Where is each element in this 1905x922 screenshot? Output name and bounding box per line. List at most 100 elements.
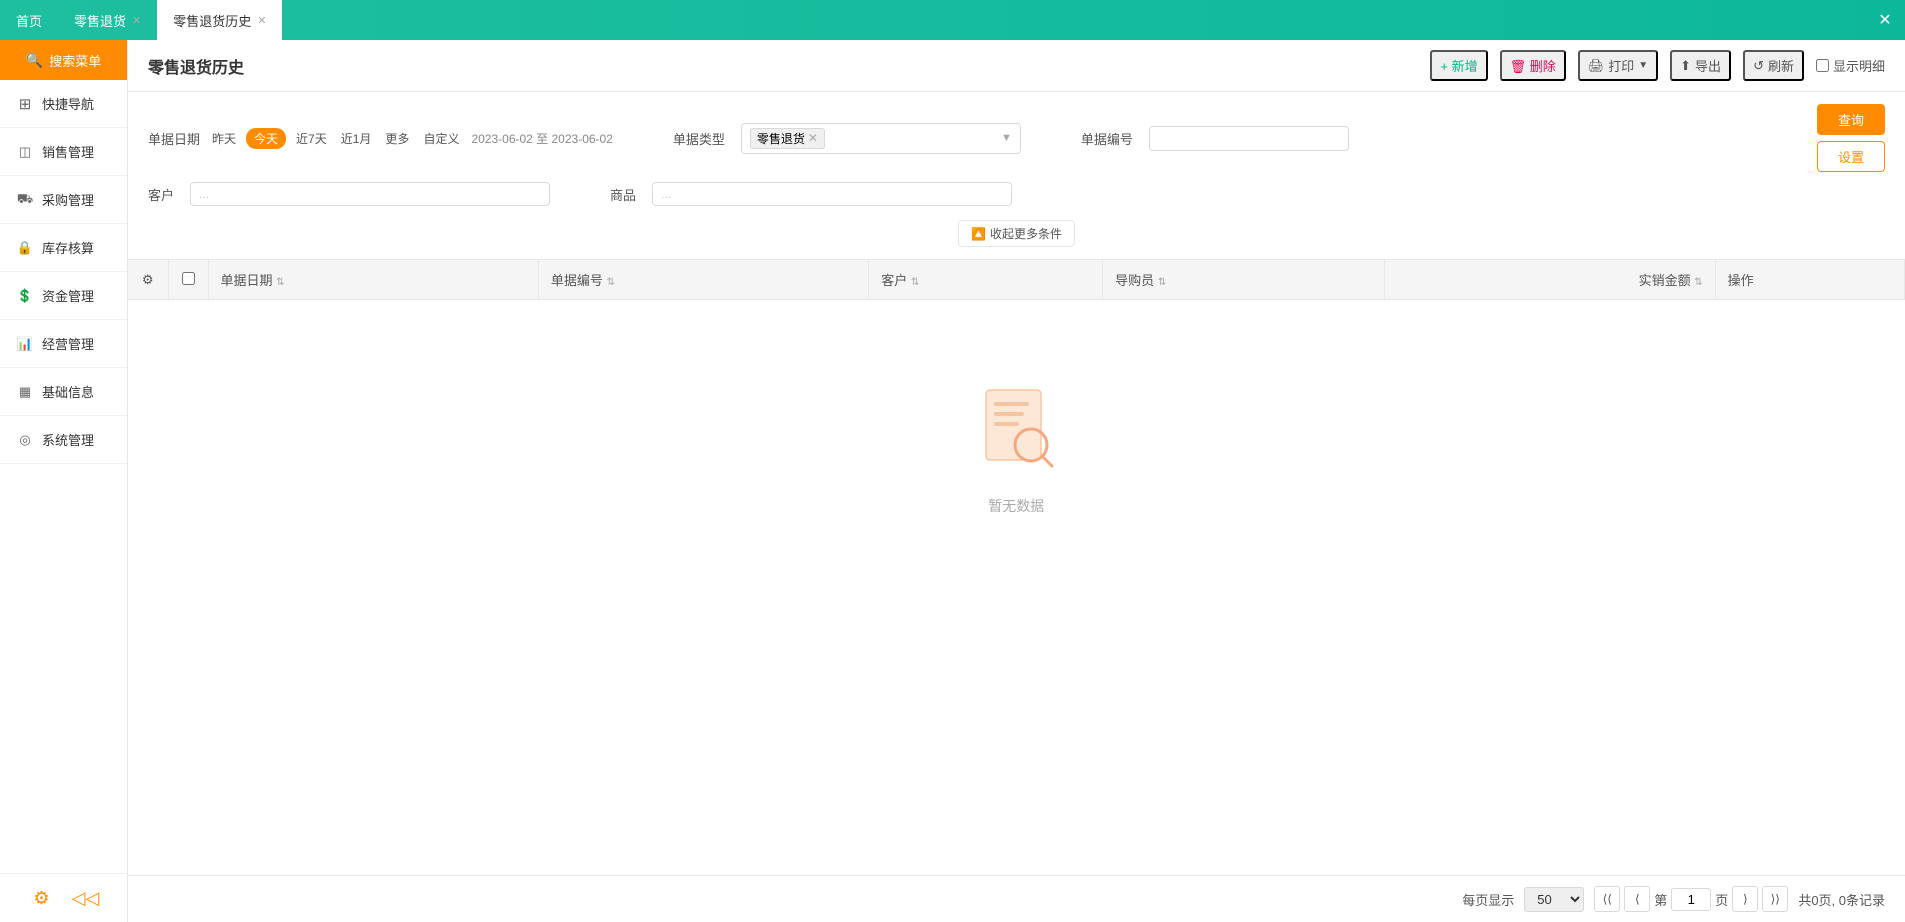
prev-page-button[interactable]: ⟨ <box>1624 886 1650 912</box>
settings-gear-icon[interactable]: ⚙ <box>30 886 54 910</box>
sidebar-item-sales-label: 销售管理 <box>42 142 94 161</box>
tab-retail-return-close[interactable]: ✕ <box>132 14 141 27</box>
doc-type-tag-value: 零售退货 <box>757 130 805 147</box>
goods-filter-label: 商品 <box>610 185 636 204</box>
sidebar-item-quick-nav-label: 快捷导航 <box>42 94 94 113</box>
col-guide[interactable]: 导购员 ⇅ <box>1103 260 1385 300</box>
date-filter-options: 昨天 今天 近7天 近1月 更多 自定义 <box>208 128 463 149</box>
header-actions: + 新增 🗑 删除 🖨 打印 ▼ ⬆ 导出 ↺ 刷新 显示明细 <box>1430 50 1885 81</box>
total-info: 共0页, 0条记录 <box>1798 890 1885 909</box>
empty-state-row: 暂无数据 <box>128 300 1905 597</box>
tab-home[interactable]: 首页 <box>0 0 58 40</box>
inventory-icon: 🔒 <box>16 239 34 257</box>
col-actual-amount[interactable]: 实销金额 ⇅ <box>1385 260 1715 300</box>
date-last7[interactable]: 近7天 <box>292 128 331 149</box>
customer-select[interactable]: ... <box>190 182 550 206</box>
col-doc-date-sort: ⇅ <box>276 277 284 288</box>
sidebar-item-quick-nav[interactable]: ⊞ 快捷导航 <box>0 80 127 128</box>
per-page-select[interactable]: 10 20 50 100 <box>1524 887 1584 912</box>
sidebar-item-finance[interactable]: 💲 资金管理 <box>0 272 127 320</box>
col-doc-number[interactable]: 单据编号 ⇅ <box>538 260 868 300</box>
doc-number-label: 单据编号 <box>1081 129 1133 148</box>
col-customer[interactable]: 客户 ⇅ <box>869 260 1103 300</box>
date-last-month[interactable]: 近1月 <box>337 128 376 149</box>
doc-type-select[interactable]: 零售退货 ✕ ▼ <box>741 123 1021 154</box>
show-detail-checkbox[interactable] <box>1816 59 1829 72</box>
last-page-button[interactable]: ⟩⟩ <box>1762 886 1788 912</box>
sales-icon: ◫ <box>16 143 34 161</box>
operations-icon: 📊 <box>16 335 34 353</box>
goods-filter: 商品 ... <box>610 182 1012 206</box>
col-doc-date-label: 单据日期 <box>221 273 273 288</box>
collapse-filter-button[interactable]: 🔼 收起更多条件 <box>958 220 1075 247</box>
goods-select[interactable]: ... <box>652 182 1012 206</box>
table-container: ⚙ 单据日期 ⇅ 单据编号 ⇅ <box>128 260 1905 875</box>
query-button[interactable]: 查询 <box>1817 104 1885 135</box>
print-button[interactable]: 🖨 打印 ▼ <box>1578 50 1658 81</box>
sidebar-search-button[interactable]: 🔍 搜索菜单 <box>0 40 127 80</box>
purchase-icon: ⛟ <box>16 191 34 209</box>
doc-type-tag: 零售退货 ✕ <box>750 128 825 149</box>
table-header-row: ⚙ 单据日期 ⇅ 单据编号 ⇅ <box>128 260 1905 300</box>
show-detail-checkbox-label[interactable]: 显示明细 <box>1816 56 1885 75</box>
date-today[interactable]: 今天 <box>246 128 286 149</box>
date-custom[interactable]: 自定义 <box>419 128 463 149</box>
collapse-icon: 🔼 <box>971 227 986 241</box>
add-button[interactable]: + 新增 <box>1430 50 1487 81</box>
sidebar-item-sales[interactable]: ◫ 销售管理 <box>0 128 127 176</box>
next-page-button[interactable]: ⟩ <box>1732 886 1758 912</box>
col-doc-date[interactable]: 单据日期 ⇅ <box>208 260 538 300</box>
top-bar: 首页 零售退货 ✕ 零售退货历史 ✕ ✕ <box>0 0 1905 40</box>
system-icon: ◎ <box>16 431 34 449</box>
tab-retail-return-history-close[interactable]: ✕ <box>257 14 266 27</box>
tab-retail-return-history-label: 零售退货历史 <box>173 11 251 30</box>
sidebar-item-basic-info[interactable]: ▦ 基础信息 <box>0 368 127 416</box>
delete-button[interactable]: 🗑 删除 <box>1500 50 1566 81</box>
print-icon: 🖨 <box>1588 58 1605 74</box>
export-label: 导出 <box>1695 56 1721 75</box>
volume-icon[interactable]: ◁◁ <box>74 886 98 910</box>
search-icon: 🔍 <box>26 52 43 69</box>
sidebar-item-purchase-label: 采购管理 <box>42 190 94 209</box>
select-all-checkbox[interactable] <box>182 272 195 285</box>
doc-type-tag-remove[interactable]: ✕ <box>808 131 818 145</box>
pagination-bar: 每页显示 10 20 50 100 ⟨⟨ ⟨ 第 页 ⟩ ⟩⟩ 共0页, 0条记… <box>128 875 1905 922</box>
filter-row-2: 客户 ... 商品 ... <box>148 182 1885 206</box>
tab-retail-return-history[interactable]: 零售退货历史 ✕ <box>157 0 282 40</box>
filter-area: 单据日期 昨天 今天 近7天 近1月 更多 自定义 2023-06-02 至 2… <box>128 92 1905 260</box>
tab-retail-return[interactable]: 零售退货 ✕ <box>58 0 157 40</box>
tab-home-label: 首页 <box>16 11 42 30</box>
window-close-button[interactable]: ✕ <box>1865 10 1905 30</box>
col-settings[interactable]: ⚙ <box>128 260 168 300</box>
col-doc-number-label: 单据编号 <box>551 273 603 288</box>
col-actual-amount-label: 实销金额 <box>1639 273 1691 288</box>
col-checkbox[interactable] <box>168 260 208 300</box>
refresh-icon: ↺ <box>1753 58 1764 74</box>
page-unit: 页 <box>1715 890 1728 909</box>
col-guide-label: 导购员 <box>1115 273 1154 288</box>
page-number-input[interactable] <box>1671 888 1711 911</box>
sidebar-item-purchase[interactable]: ⛟ 采购管理 <box>0 176 127 224</box>
date-yesterday[interactable]: 昨天 <box>208 128 240 149</box>
sidebar-item-system-label: 系统管理 <box>42 430 94 449</box>
refresh-button[interactable]: ↺ 刷新 <box>1743 50 1804 81</box>
export-icon: ⬆ <box>1680 58 1691 74</box>
first-page-button[interactable]: ⟨⟨ <box>1594 886 1620 912</box>
sidebar-item-basic-info-label: 基础信息 <box>42 382 94 401</box>
goods-placeholder: ... <box>661 187 671 201</box>
date-more[interactable]: 更多 <box>381 128 413 149</box>
sidebar-item-system[interactable]: ◎ 系统管理 <box>0 416 127 464</box>
query-set-buttons: 查询 设置 <box>1817 104 1885 172</box>
sidebar-item-operations-label: 经营管理 <box>42 334 94 353</box>
export-button[interactable]: ⬆ 导出 <box>1670 50 1731 81</box>
print-dropdown-icon: ▼ <box>1638 60 1648 71</box>
sidebar-item-operations[interactable]: 📊 经营管理 <box>0 320 127 368</box>
date-filter: 单据日期 昨天 今天 近7天 近1月 更多 自定义 2023-06-02 至 2… <box>148 128 613 149</box>
doc-number-input[interactable] <box>1149 126 1349 151</box>
sidebar-item-inventory[interactable]: 🔒 库存核算 <box>0 224 127 272</box>
settings-col-icon: ⚙ <box>142 272 154 287</box>
col-actual-amount-sort: ⇅ <box>1694 277 1702 288</box>
set-button[interactable]: 设置 <box>1817 141 1885 172</box>
empty-state: 暂无数据 <box>128 300 1905 596</box>
per-page-label: 每页显示 <box>1462 890 1514 909</box>
